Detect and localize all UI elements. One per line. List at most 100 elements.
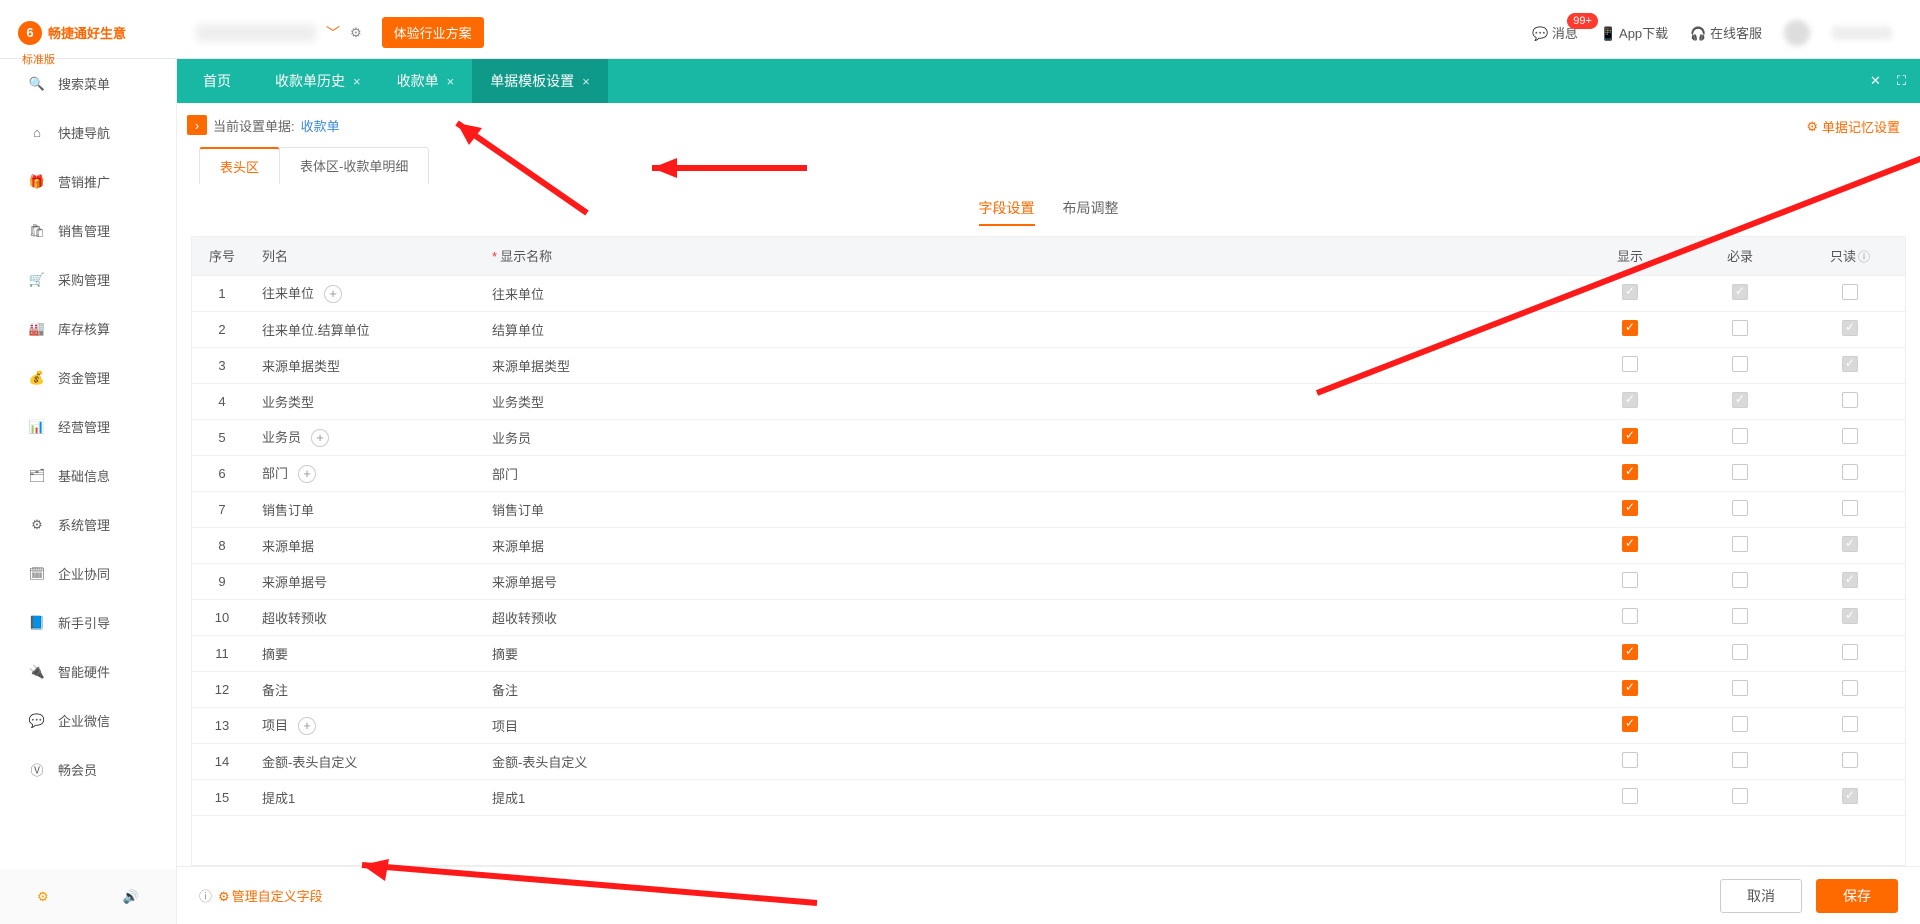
checkbox[interactable] [1622, 500, 1638, 516]
sidebar-item-1[interactable]: ⌂ 快捷导航 [0, 108, 176, 157]
plan-button[interactable]: 体验行业方案 [382, 17, 484, 48]
table-row: 6 部门+ 部门 [192, 455, 1905, 491]
checkbox[interactable] [1732, 500, 1748, 516]
checkbox[interactable] [1842, 500, 1858, 516]
tab-header-area[interactable]: 表头区 [199, 147, 280, 184]
workspace-tab-0[interactable]: 收款单历史× [257, 59, 379, 103]
checkbox[interactable] [1622, 536, 1638, 552]
sidebar-item-9[interactable]: ⚙ 系统管理 [0, 500, 176, 549]
checkbox[interactable] [1842, 392, 1858, 408]
cell-display[interactable]: 业务类型 [482, 383, 1575, 419]
close-icon[interactable]: × [447, 74, 455, 89]
checkbox[interactable] [1622, 428, 1638, 444]
sidebar-item-5[interactable]: 🏭 库存核算 [0, 304, 176, 353]
sidebar-item-2[interactable]: 🎁 营销推广 [0, 157, 176, 206]
checkbox[interactable] [1622, 608, 1638, 624]
workspace-tab-2[interactable]: 单据模板设置× [472, 59, 608, 103]
sidebar-item-4[interactable]: 🛒 采购管理 [0, 255, 176, 304]
checkbox[interactable] [1622, 680, 1638, 696]
expand-icon[interactable]: › [187, 115, 207, 135]
checkbox[interactable] [1732, 752, 1748, 768]
checkbox[interactable] [1622, 644, 1638, 660]
tab-home[interactable]: 首页 [177, 59, 257, 103]
sidebar-item-8[interactable]: 🗂 基础信息 [0, 451, 176, 500]
sidebar-item-10[interactable]: 🗓 企业协同 [0, 549, 176, 598]
cell-display[interactable]: 业务员 [482, 419, 1575, 455]
gear-icon[interactable]: ⚙ [350, 25, 362, 41]
online-service-link[interactable]: 🎧 在线客服 [1690, 23, 1762, 42]
add-icon[interactable]: + [311, 429, 329, 447]
cell-display[interactable]: 结算单位 [482, 311, 1575, 347]
save-button[interactable]: 保存 [1816, 879, 1898, 913]
checkbox[interactable] [1842, 644, 1858, 660]
cell-display[interactable]: 来源单据类型 [482, 347, 1575, 383]
sidebar-item-13[interactable]: 💬 企业微信 [0, 696, 176, 745]
cell-display[interactable]: 项目 [482, 707, 1575, 743]
workspace-tab-1[interactable]: 收款单× [379, 59, 473, 103]
add-icon[interactable]: + [324, 285, 342, 303]
checkbox[interactable] [1732, 464, 1748, 480]
close-all-icon[interactable]: ✕ [1870, 73, 1881, 89]
username[interactable] [1832, 26, 1892, 40]
checkbox[interactable] [1622, 572, 1638, 588]
checkbox[interactable] [1842, 464, 1858, 480]
cell-display[interactable]: 来源单据 [482, 527, 1575, 563]
current-doc-link[interactable]: 收款单 [301, 116, 340, 135]
add-icon[interactable]: + [298, 717, 316, 735]
sidebar-item-11[interactable]: 📘 新手引导 [0, 598, 176, 647]
cell-display[interactable]: 备注 [482, 671, 1575, 707]
checkbox[interactable] [1622, 752, 1638, 768]
checkbox[interactable] [1732, 608, 1748, 624]
app-download-link[interactable]: 📱 App下载 [1600, 23, 1668, 42]
checkbox[interactable] [1842, 752, 1858, 768]
help-icon[interactable]: ⓘ [1858, 250, 1870, 264]
cell-display[interactable]: 来源单据号 [482, 563, 1575, 599]
checkbox[interactable] [1732, 680, 1748, 696]
close-icon[interactable]: × [582, 74, 590, 89]
cell-display[interactable]: 提成1 [482, 779, 1575, 815]
tenant-selector[interactable]: ﹀ ⚙ 体验行业方案 [196, 17, 484, 48]
checkbox[interactable] [1842, 428, 1858, 444]
checkbox[interactable] [1732, 644, 1748, 660]
sidebar-item-7[interactable]: 📊 经营管理 [0, 402, 176, 451]
avatar[interactable] [1784, 20, 1810, 46]
close-icon[interactable]: × [353, 74, 361, 89]
checkbox[interactable] [1622, 464, 1638, 480]
fullscreen-icon[interactable]: ⛶ [1897, 73, 1906, 89]
cancel-button[interactable]: 取消 [1720, 879, 1802, 913]
checkbox[interactable] [1622, 788, 1638, 804]
checkbox[interactable] [1732, 428, 1748, 444]
cell-display[interactable]: 部门 [482, 455, 1575, 491]
sidebar-item-14[interactable]: Ⓥ 畅会员 [0, 745, 176, 794]
checkbox[interactable] [1732, 536, 1748, 552]
checkbox[interactable] [1732, 356, 1748, 372]
add-icon[interactable]: + [298, 465, 316, 483]
checkbox[interactable] [1732, 572, 1748, 588]
checkbox[interactable] [1622, 716, 1638, 732]
cell-display[interactable]: 往来单位 [482, 275, 1575, 311]
sidebar-item-3[interactable]: 🛍 销售管理 [0, 206, 176, 255]
manage-custom-fields-link[interactable]: 管理自定义字段 [218, 886, 323, 905]
settings-icon[interactable]: ⚙ [37, 889, 49, 905]
checkbox[interactable] [1622, 320, 1638, 336]
subtab-fields[interactable]: 字段设置 [979, 198, 1035, 226]
tab-body-area[interactable]: 表体区-收款单明细 [279, 147, 429, 184]
sound-icon[interactable]: 🔊 [123, 889, 139, 905]
messages-link[interactable]: 💬 消息 99+ [1532, 23, 1578, 42]
checkbox[interactable] [1732, 320, 1748, 336]
sidebar-item-12[interactable]: 🔌 智能硬件 [0, 647, 176, 696]
checkbox[interactable] [1842, 716, 1858, 732]
cell-display[interactable]: 销售订单 [482, 491, 1575, 527]
memory-settings-link[interactable]: 单据记忆设置 [1806, 117, 1900, 136]
checkbox[interactable] [1842, 284, 1858, 300]
cell-display[interactable]: 摘要 [482, 635, 1575, 671]
cell-display[interactable]: 超收转预收 [482, 599, 1575, 635]
checkbox[interactable] [1842, 680, 1858, 696]
checkbox[interactable] [1732, 788, 1748, 804]
checkbox[interactable] [1622, 356, 1638, 372]
help-icon[interactable]: ⓘ [199, 886, 212, 905]
cell-display[interactable]: 金额-表头自定义 [482, 743, 1575, 779]
checkbox[interactable] [1732, 716, 1748, 732]
sidebar-item-6[interactable]: 💰 资金管理 [0, 353, 176, 402]
subtab-layout[interactable]: 布局调整 [1063, 198, 1119, 226]
